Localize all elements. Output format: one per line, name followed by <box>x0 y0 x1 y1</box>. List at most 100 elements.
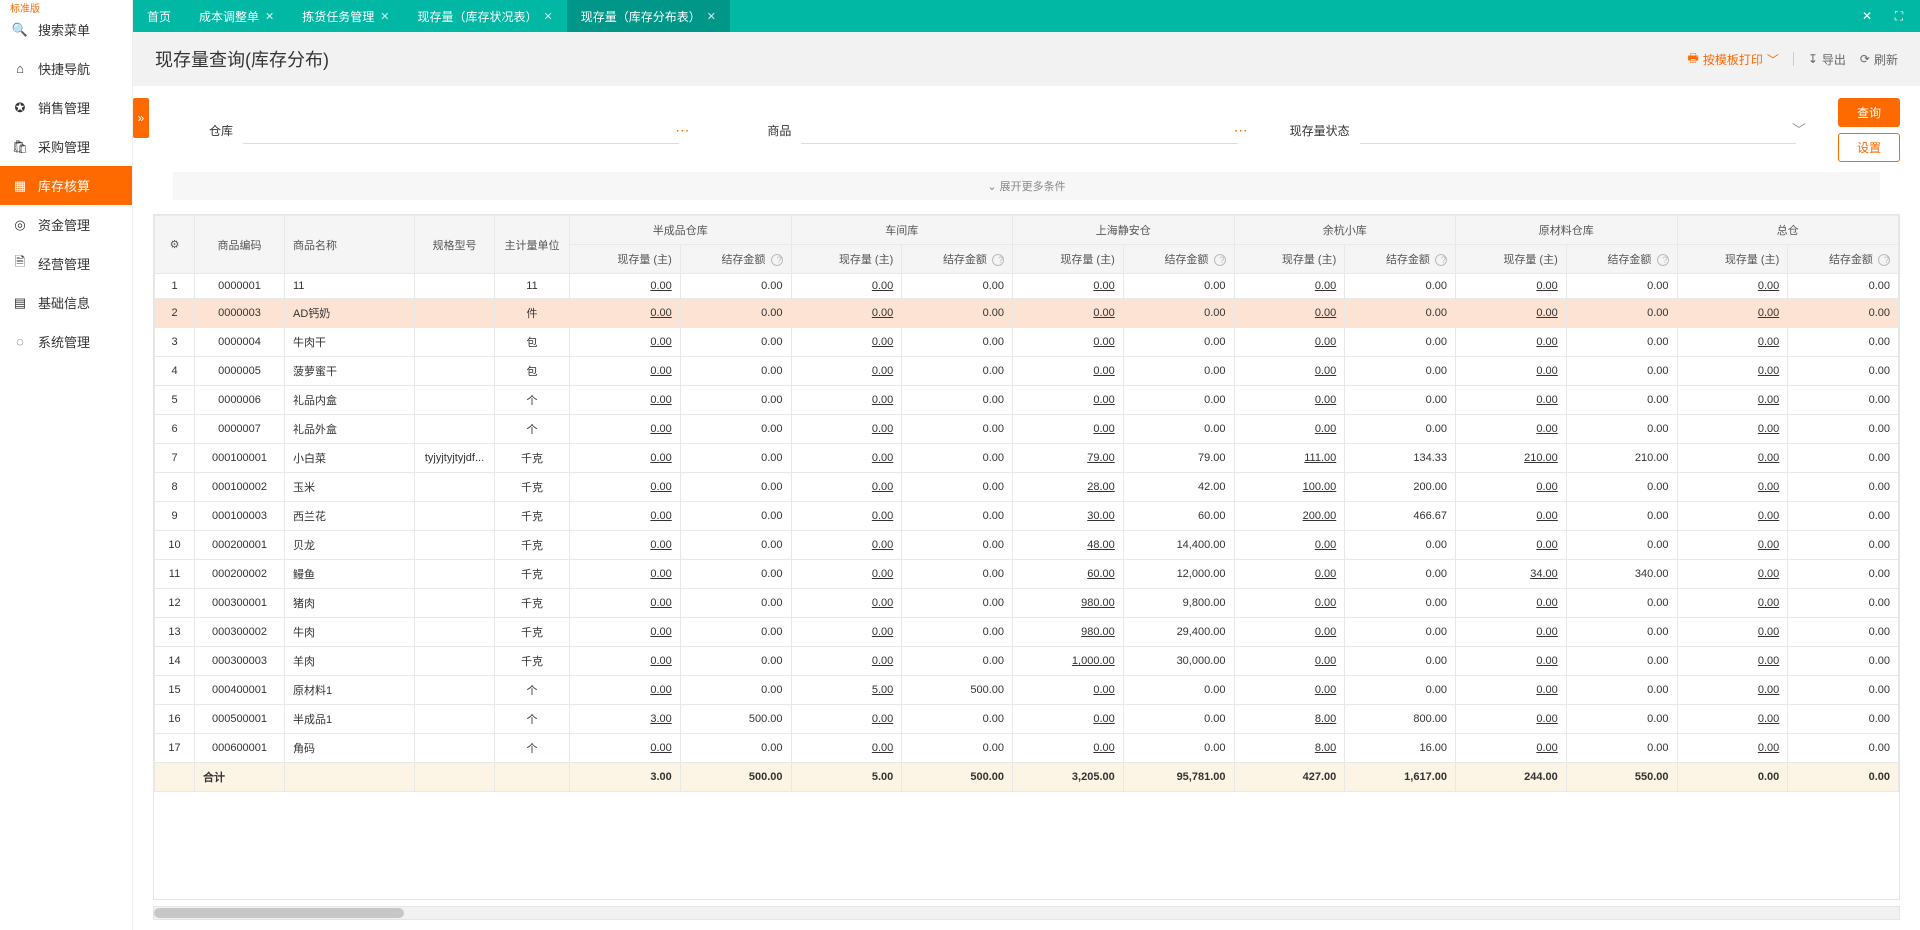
search-icon: 🔍 <box>12 22 28 38</box>
sidebar-item-doc[interactable]: 🗎 经营管理 <box>0 244 132 283</box>
warehouse-group: 总仓 <box>1677 216 1899 245</box>
col-amt: 结存金额 ? <box>1788 245 1899 274</box>
warehouse-group: 原材料仓库 <box>1456 216 1678 245</box>
collapse-filter-button[interactable]: » <box>133 98 149 138</box>
chevron-down-icon[interactable]: ﹀ <box>1792 120 1806 140</box>
col-qty: 现存量 (主) <box>1456 245 1567 274</box>
print-button[interactable]: 🖶 按模板打印 ﹀ <box>1687 49 1778 70</box>
tab-拣货任务管理[interactable]: 拣货任务管理 ✕ <box>288 0 403 32</box>
bag-icon: 🛍 <box>12 139 28 155</box>
printer-icon: 🖶 <box>1687 49 1698 70</box>
table-row[interactable]: 14 000300003 羊肉 千克0.000.000.000.001,000.… <box>155 647 1899 676</box>
col-amt: 结存金额 ? <box>902 245 1013 274</box>
table-row[interactable]: 6 0000007 礼品外盒 个0.000.000.000.000.000.00… <box>155 415 1899 444</box>
status-label: 现存量状态 <box>1280 122 1350 139</box>
chevron-down-icon: ⌄ <box>987 181 999 193</box>
warehouse-input[interactable] <box>243 117 679 144</box>
sidebar-item-label: 采购管理 <box>38 137 90 156</box>
table-row[interactable]: 16 000500001 半成品1 个3.00500.000.000.000.0… <box>155 705 1899 734</box>
sidebar-item-label: 销售管理 <box>38 98 90 117</box>
close-icon[interactable]: ✕ <box>1856 5 1878 27</box>
col-name: 商品名称 <box>285 216 415 274</box>
data-table: ⚙ 商品编码 商品名称 规格型号 主计量单位半成品仓库车间库上海静安仓余杭小库原… <box>153 214 1900 900</box>
page-title: 现存量查询(库存分布) <box>155 46 329 72</box>
tab-现存量（库存状况表）[interactable]: 现存量（库存状况表） ✕ <box>403 0 566 32</box>
export-icon: ↧ <box>1808 52 1818 66</box>
col-amt: 结存金额 ? <box>680 245 791 274</box>
col-unit: 主计量单位 <box>495 216 570 274</box>
col-amt: 结存金额 ? <box>1566 245 1677 274</box>
warehouse-picker-icon[interactable]: ⋯ <box>675 122 689 139</box>
box-icon: ▦ <box>12 178 28 194</box>
close-icon[interactable]: ✕ <box>380 10 389 23</box>
warehouse-group: 车间库 <box>791 216 1013 245</box>
home-icon: ⌂ <box>12 61 28 77</box>
sidebar-item-label: 基础信息 <box>38 293 90 312</box>
sidebar-item-bag[interactable]: 🛍 采购管理 <box>0 127 132 166</box>
coin-icon: ◎ <box>12 217 28 233</box>
sidebar-item-label: 资金管理 <box>38 215 90 234</box>
badge-icon: ✪ <box>12 100 28 116</box>
product-label: 商品 <box>721 122 791 139</box>
sidebar-item-grid[interactable]: ▤ 基础信息 <box>0 283 132 322</box>
warehouse-label: 仓库 <box>163 122 233 139</box>
sidebar: 标准版 🔍 搜索菜单 ⌂ 快捷导航 ✪ 销售管理 🛍 采购管理 ▦ 库存核算 ◎… <box>0 0 133 930</box>
sidebar-item-home[interactable]: ⌂ 快捷导航 <box>0 49 132 88</box>
settings-button[interactable]: 设置 <box>1838 133 1900 162</box>
doc-icon: 🗎 <box>12 256 28 272</box>
table-row[interactable]: 4 0000005 菠萝蜜干 包0.000.000.000.000.000.00… <box>155 357 1899 386</box>
sidebar-item-label: 库存核算 <box>38 176 90 195</box>
sidebar-item-gear[interactable]: ◌ 系统管理 <box>0 322 132 361</box>
table-row[interactable]: 17 000600001 角码 个0.000.000.000.000.000.0… <box>155 734 1899 763</box>
sidebar-item-box[interactable]: ▦ 库存核算 <box>0 166 132 205</box>
total-row: 合计 3.00500.005.00500.003,205.0095,781.00… <box>155 763 1899 792</box>
col-amt: 结存金额 ? <box>1345 245 1456 274</box>
export-button[interactable]: ↧ 导出 <box>1808 51 1846 68</box>
gear-icon[interactable]: ⚙ <box>155 216 195 274</box>
table-row[interactable]: 8 000100002 玉米 千克0.000.000.000.0028.0042… <box>155 473 1899 502</box>
sidebar-item-badge[interactable]: ✪ 销售管理 <box>0 88 132 127</box>
table-row[interactable]: 13 000300002 牛肉 千克0.000.000.000.00980.00… <box>155 618 1899 647</box>
tab-成本调整单[interactable]: 成本调整单 ✕ <box>185 0 288 32</box>
expand-filters-button[interactable]: ⌄ 展开更多条件 <box>173 172 1880 200</box>
col-qty: 现存量 (主) <box>791 245 902 274</box>
table-row[interactable]: 1 0000001 11 110.000.000.000.000.000.000… <box>155 274 1899 299</box>
col-spec: 规格型号 <box>415 216 495 274</box>
sidebar-item-coin[interactable]: ◎ 资金管理 <box>0 205 132 244</box>
status-input[interactable] <box>1360 117 1796 144</box>
table-row[interactable]: 3 0000004 牛肉干 包0.000.000.000.000.000.000… <box>155 328 1899 357</box>
tab-现存量（库存分布表）[interactable]: 现存量（库存分布表） ✕ <box>567 0 730 32</box>
tab-首页[interactable]: 首页 <box>133 0 185 32</box>
refresh-button[interactable]: ⟳ 刷新 <box>1860 51 1898 68</box>
fullscreen-icon[interactable]: ⛶ <box>1888 5 1910 27</box>
warehouse-group: 半成品仓库 <box>570 216 792 245</box>
chevron-down-icon: ﹀ <box>1767 51 1779 68</box>
horizontal-scrollbar[interactable] <box>153 906 1900 920</box>
table-row[interactable]: 5 0000006 礼品内盒 个0.000.000.000.000.000.00… <box>155 386 1899 415</box>
close-icon[interactable]: ✕ <box>544 10 553 23</box>
close-icon[interactable]: ✕ <box>707 10 716 23</box>
close-icon[interactable]: ✕ <box>265 10 274 23</box>
col-qty: 现存量 (主) <box>570 245 681 274</box>
sidebar-item-search[interactable]: 🔍 搜索菜单 <box>0 10 132 49</box>
tab-bar: 首页 成本调整单 ✕ 拣货任务管理 ✕ 现存量（库存状况表） ✕ 现存量（库存分… <box>133 0 1920 32</box>
query-button[interactable]: 查询 <box>1838 98 1900 127</box>
warehouse-group: 上海静安仓 <box>1013 216 1235 245</box>
table-row[interactable]: 9 000100003 西兰花 千克0.000.000.000.0030.006… <box>155 502 1899 531</box>
product-picker-icon[interactable]: ⋯ <box>1234 122 1248 139</box>
logo-text: 标准版 <box>0 0 50 8</box>
col-code: 商品编码 <box>195 216 285 274</box>
table-row[interactable]: 2 0000003 AD钙奶 件0.000.000.000.000.000.00… <box>155 299 1899 328</box>
col-qty: 现存量 (主) <box>1234 245 1345 274</box>
sidebar-item-label: 经营管理 <box>38 254 90 273</box>
table-row[interactable]: 11 000200002 鳗鱼 千克0.000.000.000.0060.001… <box>155 560 1899 589</box>
product-input[interactable] <box>801 117 1237 144</box>
table-row[interactable]: 10 000200001 贝龙 千克0.000.000.000.0048.001… <box>155 531 1899 560</box>
table-row[interactable]: 15 000400001 原材料1 个0.000.005.00500.000.0… <box>155 676 1899 705</box>
sidebar-item-label: 快捷导航 <box>38 59 90 78</box>
col-qty: 现存量 (主) <box>1013 245 1124 274</box>
gear-icon: ◌ <box>12 334 28 350</box>
table-row[interactable]: 7 000100001 小白菜 tyjyjtyjtyjdf... 千克0.000… <box>155 444 1899 473</box>
table-row[interactable]: 12 000300001 猪肉 千克0.000.000.000.00980.00… <box>155 589 1899 618</box>
col-qty: 现存量 (主) <box>1677 245 1788 274</box>
